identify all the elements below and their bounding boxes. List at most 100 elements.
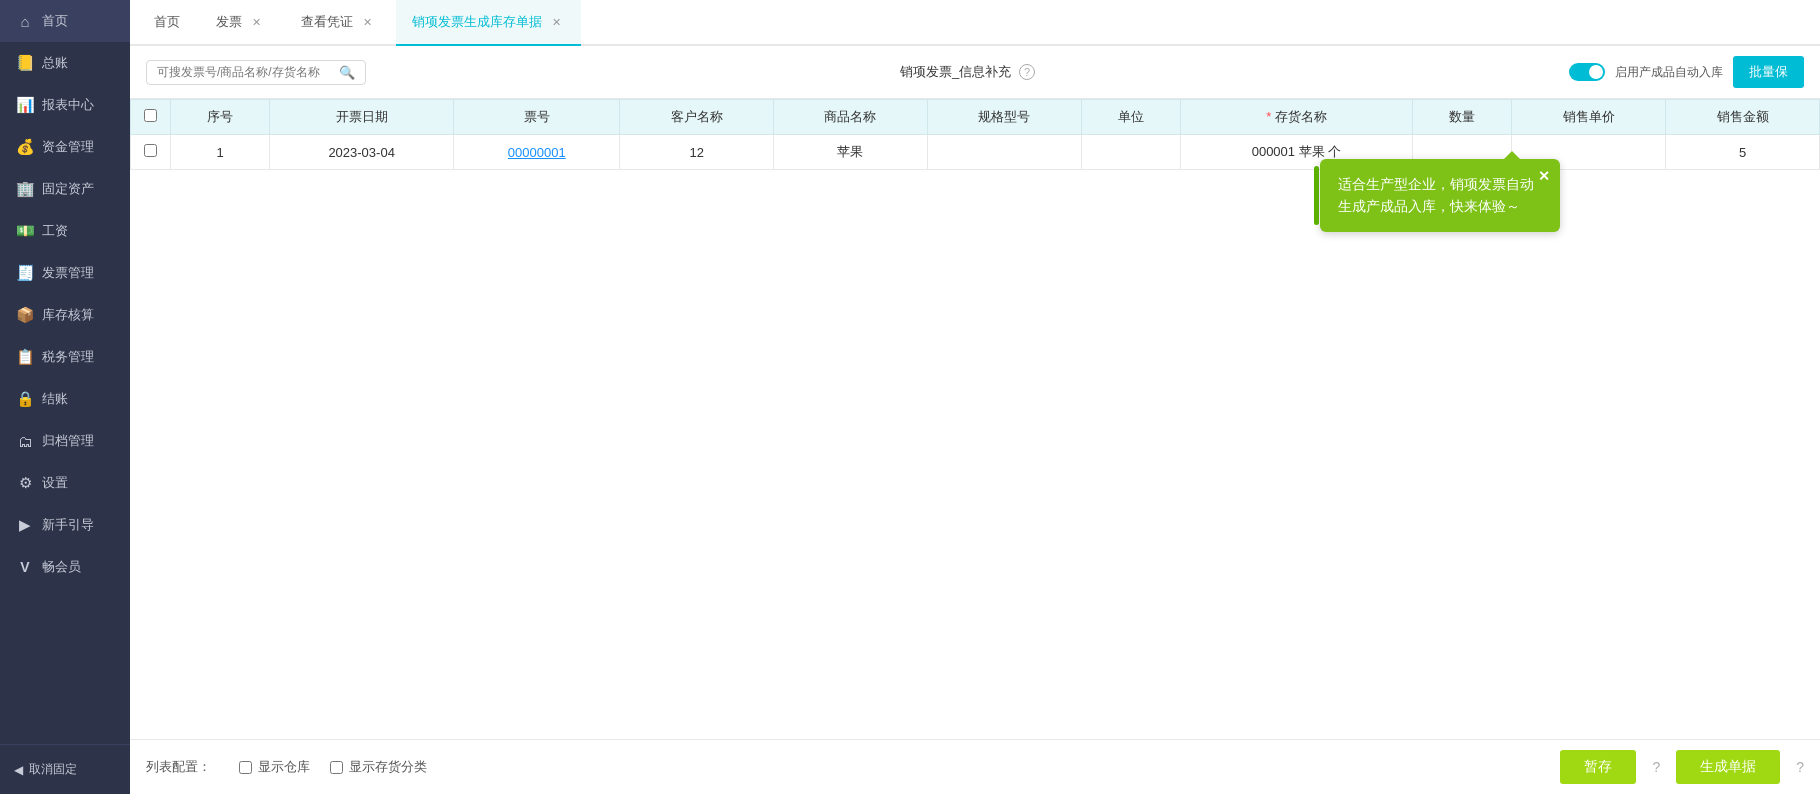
sidebar-bottom: ◀ 取消固定 <box>0 744 130 794</box>
home-icon: ⌂ <box>16 13 34 30</box>
col-unit: 单位 <box>1081 100 1180 135</box>
pin-left-icon: ◀ <box>14 763 23 777</box>
sidebar-item-settings[interactable]: ⚙ 设置 <box>0 462 130 504</box>
show-warehouse-checkbox[interactable] <box>239 761 252 774</box>
sidebar-item-label: 畅会员 <box>42 558 81 576</box>
sidebar-item-label: 资金管理 <box>42 138 94 156</box>
toolbar: 🔍 销项发票_信息补充 ? 启用产成品自动入库 批量保 <box>130 46 1820 99</box>
sidebar-item-inventory[interactable]: 📦 库存核算 <box>0 294 130 336</box>
inventory-icon: 📦 <box>16 306 34 324</box>
sidebar-item-label: 总账 <box>42 54 68 72</box>
sidebar-item-tax[interactable]: 📋 税务管理 <box>0 336 130 378</box>
cell-spec <box>927 135 1081 170</box>
search-input[interactable] <box>157 65 333 79</box>
tooltip-bar <box>1314 166 1319 224</box>
archive-icon: 🗂 <box>16 433 34 450</box>
col-seq: 序号 <box>171 100 270 135</box>
tab-home[interactable]: 首页 <box>138 0 196 46</box>
tab-invoice[interactable]: 发票 ✕ <box>200 0 281 46</box>
settings-icon: ⚙ <box>16 474 34 492</box>
col-spec: 规格型号 <box>927 100 1081 135</box>
save-button[interactable]: 暂存 <box>1560 750 1636 784</box>
salary-icon: 💵 <box>16 222 34 240</box>
cell-product: 苹果 <box>774 135 928 170</box>
cancel-pin-label: 取消固定 <box>29 761 77 778</box>
auto-warehouse-toggle[interactable] <box>1569 63 1605 81</box>
tab-home-label: 首页 <box>154 13 180 31</box>
sidebar-item-label: 设置 <box>42 474 68 492</box>
sidebar-item-salary[interactable]: 💵 工资 <box>0 210 130 252</box>
show-category-label: 显示存货分类 <box>349 758 427 776</box>
col-stock: * 存货名称 <box>1180 100 1413 135</box>
tab-voucher-label: 查看凭证 <box>301 13 353 31</box>
sidebar-item-home[interactable]: ⌂ 首页 <box>0 0 130 42</box>
invoice-number-link[interactable]: 00000001 <box>508 145 566 160</box>
cell-customer: 12 <box>620 135 774 170</box>
sidebar-item-label: 工资 <box>42 222 68 240</box>
info-label: 销项发票_信息补充 <box>900 63 1011 81</box>
list-config-label: 列表配置： <box>146 758 211 776</box>
tab-stock-bill[interactable]: 销项发票生成库存单据 ✕ <box>396 0 581 46</box>
page-content: 🔍 销项发票_信息补充 ? 启用产成品自动入库 批量保 <box>130 46 1820 794</box>
show-category-group: 显示存货分类 <box>330 758 427 776</box>
info-hint-icon[interactable]: ? <box>1019 64 1035 80</box>
sidebar-item-label: 报表中心 <box>42 96 94 114</box>
sidebar-item-capital[interactable]: 💰 资金管理 <box>0 126 130 168</box>
generate-button[interactable]: 生成单据 <box>1676 750 1780 784</box>
sidebar: ⌂ 首页 📒 总账 📊 报表中心 💰 资金管理 🏢 固定资产 💵 工资 🧾 发票… <box>0 0 130 794</box>
generate-hint-icon[interactable]: ? <box>1796 759 1804 775</box>
bottom-actions: 暂存 ? 生成单据 ? <box>1560 750 1804 784</box>
tooltip-close-button[interactable]: ✕ <box>1538 165 1550 187</box>
sidebar-item-label: 发票管理 <box>42 264 94 282</box>
fixed-assets-icon: 🏢 <box>16 180 34 198</box>
sidebar-item-fixed-assets[interactable]: 🏢 固定资产 <box>0 168 130 210</box>
tab-voucher-close[interactable]: ✕ <box>359 14 376 31</box>
invoice-icon: 🧾 <box>16 264 34 282</box>
cell-amount: 5 <box>1666 135 1820 170</box>
sidebar-item-reports[interactable]: 📊 报表中心 <box>0 84 130 126</box>
sidebar-item-ledger[interactable]: 📒 总账 <box>0 42 130 84</box>
cell-checkbox <box>131 135 171 170</box>
tab-invoice-close[interactable]: ✕ <box>248 14 265 31</box>
sidebar-item-guide[interactable]: ▶ 新手引导 <box>0 504 130 546</box>
col-qty: 数量 <box>1413 100 1512 135</box>
sidebar-item-label: 新手引导 <box>42 516 94 534</box>
search-box: 🔍 <box>146 60 366 85</box>
tab-invoice-label: 发票 <box>216 13 242 31</box>
cancel-pin-button[interactable]: ◀ 取消固定 <box>0 753 130 786</box>
col-price: 销售单价 <box>1512 100 1666 135</box>
sidebar-item-label: 归档管理 <box>42 432 94 450</box>
table-row: 1 2023-03-04 00000001 12 苹果 000001 苹果 个 … <box>131 135 1820 170</box>
tab-stock-bill-close[interactable]: ✕ <box>548 14 565 31</box>
tax-icon: 📋 <box>16 348 34 366</box>
closing-icon: 🔒 <box>16 390 34 408</box>
sidebar-item-label: 首页 <box>42 12 68 30</box>
col-customer: 客户名称 <box>620 100 774 135</box>
select-all-checkbox[interactable] <box>144 109 157 122</box>
reports-icon: 📊 <box>16 96 34 114</box>
toggle-label: 启用产成品自动入库 <box>1615 64 1723 81</box>
sidebar-item-closing[interactable]: 🔒 结账 <box>0 378 130 420</box>
sidebar-item-label: 库存核算 <box>42 306 94 324</box>
bottom-bar: 列表配置： 显示仓库 显示存货分类 暂存 ? 生成单据 ? <box>130 739 1820 794</box>
tooltip-box: ✕ 适合生产型企业，销项发票自动生成产成品入库，快来体验～ <box>1320 159 1560 232</box>
row-checkbox[interactable] <box>144 144 157 157</box>
cell-unit <box>1081 135 1180 170</box>
show-warehouse-label: 显示仓库 <box>258 758 310 776</box>
sidebar-item-member[interactable]: V 畅会员 <box>0 546 130 588</box>
table-container: 序号 开票日期 票号 客户名称 商品名称 规格型号 单位 * 存货名称 数量 销… <box>130 99 1820 739</box>
col-checkbox <box>131 100 171 135</box>
toolbar-center: 销项发票_信息补充 ? <box>378 63 1557 81</box>
cell-number: 00000001 <box>454 135 620 170</box>
sidebar-item-label: 固定资产 <box>42 180 94 198</box>
save-hint-icon[interactable]: ? <box>1652 759 1660 775</box>
cell-seq: 1 <box>171 135 270 170</box>
show-category-checkbox[interactable] <box>330 761 343 774</box>
tab-voucher[interactable]: 查看凭证 ✕ <box>285 0 392 46</box>
sidebar-item-archive[interactable]: 🗂 归档管理 <box>0 420 130 462</box>
batch-button[interactable]: 批量保 <box>1733 56 1804 88</box>
sidebar-item-label: 税务管理 <box>42 348 94 366</box>
sidebar-item-invoice[interactable]: 🧾 发票管理 <box>0 252 130 294</box>
show-warehouse-group: 显示仓库 <box>239 758 310 776</box>
capital-icon: 💰 <box>16 138 34 156</box>
